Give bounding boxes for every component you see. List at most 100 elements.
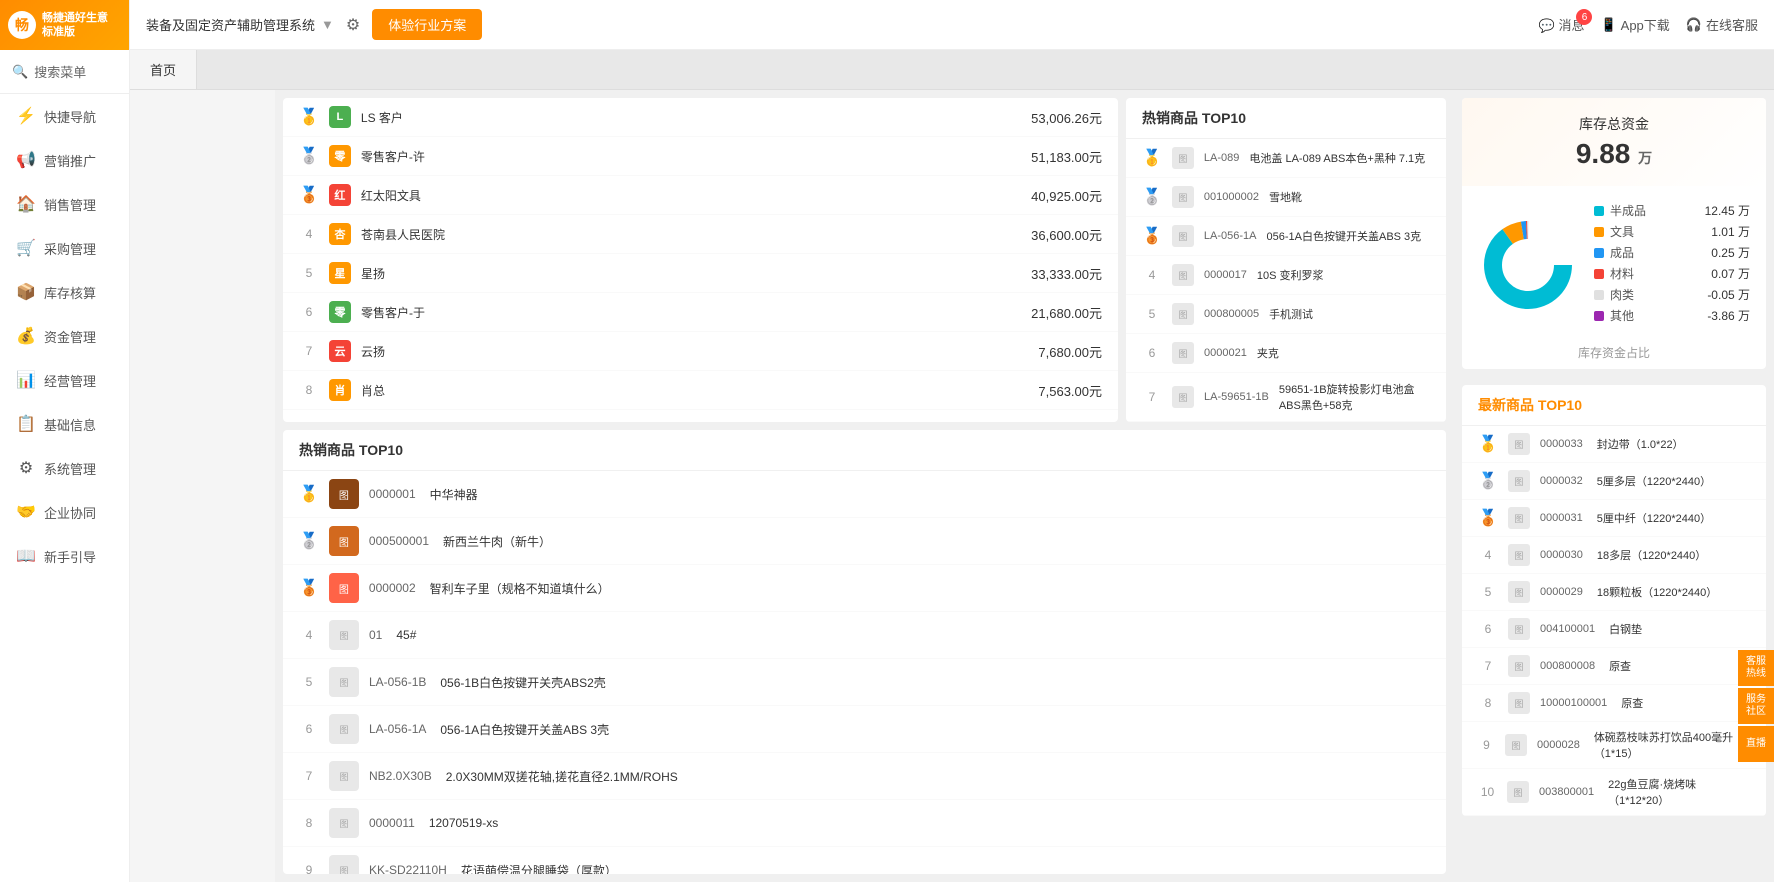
tab-home[interactable]: 首页 <box>130 50 197 89</box>
sidebar-item-system[interactable]: ⚙ 系统管理 <box>0 446 129 490</box>
sidebar-item-inventory[interactable]: 📦 库存核算 <box>0 270 129 314</box>
product-thumb: 图 <box>1172 386 1194 408</box>
customer-rank-row[interactable]: 🥈 零 零售客户-许 51,183.00元 <box>283 137 1118 176</box>
legend-name: 成品 <box>1610 244 1705 261</box>
product-thumb: 图 <box>1172 147 1194 169</box>
customer-rank-row[interactable]: 5 星 星扬 33,333.00元 <box>283 254 1118 293</box>
sidebar-item-marketing[interactable]: 📢 营销推广 <box>0 138 129 182</box>
product-name: 056-1A白色按键开关盖ABS 3克 <box>1267 228 1430 244</box>
sidebar-item-finance[interactable]: 💰 资金管理 <box>0 314 129 358</box>
message-button[interactable]: 💬 消息 6 <box>1539 15 1585 34</box>
sidebar-item-guide[interactable]: 📖 新手引导 <box>0 534 129 578</box>
sidebar-item-enterprise[interactable]: 🤝 企业协同 <box>0 490 129 534</box>
customer-rank-row[interactable]: 8 肖 肖总 7,563.00元 <box>283 371 1118 410</box>
new-product-row[interactable]: 8 图 10000100001 原查 <box>1462 685 1766 722</box>
rank-number: 10 <box>1478 785 1497 799</box>
customer-rank-row[interactable]: 7 云 云扬 7,680.00元 <box>283 332 1118 371</box>
hot-product-main-row[interactable]: 5 图 LA-056-1B 056-1B白色按键开关壳ABS2壳 <box>283 659 1446 706</box>
customer-rank-row[interactable]: 6 零 零售客户-于 21,680.00元 <box>283 293 1118 332</box>
product-code: 0000028 <box>1537 739 1580 751</box>
float-btn-community[interactable]: 服务社区 <box>1738 688 1774 724</box>
product-name: 22g鱼豆腐·烧烤味（1*12*20） <box>1608 776 1750 808</box>
customer-rows: 🥇 L LS 客户 53,006.26元 🥈 零 零售客户-许 51,183.0… <box>283 98 1118 410</box>
new-product-row[interactable]: 🥉 图 0000031 5厘中纤（1220*2440） <box>1462 500 1766 537</box>
stock-title: 库存总资金 <box>1478 114 1750 134</box>
system-selector[interactable]: 装备及固定资产辅助管理系统 ▼ <box>146 15 334 34</box>
new-products-header: 最新商品 TOP10 <box>1462 385 1766 426</box>
hot-product-main-row[interactable]: 4 图 01 45# <box>283 612 1446 659</box>
customer-rank-row[interactable]: 🥉 红 红太阳文具 40,925.00元 <box>283 176 1118 215</box>
hot-products-right-header: 热销商品 TOP10 <box>1126 98 1446 139</box>
new-product-row[interactable]: 9 图 0000028 体碗荔枝味苏打饮品400毫升（1*15） <box>1462 722 1766 769</box>
rank-number: 5 <box>299 266 319 280</box>
new-product-row[interactable]: 6 图 004100001 白钢垫 <box>1462 611 1766 648</box>
product-thumb: 图 <box>1508 581 1530 603</box>
medal-icon: 🥉 <box>1478 508 1498 528</box>
sidebar-item-purchase[interactable]: 🛒 采购管理 <box>0 226 129 270</box>
hot-product-right-row[interactable]: 🥉 图 LA-056-1A 056-1A白色按键开关盖ABS 3克 <box>1126 217 1446 256</box>
hot-product-right-row[interactable]: 4 图 0000017 10S 变利罗浆 <box>1126 256 1446 295</box>
sidebar-item-sales[interactable]: 🏠 销售管理 <box>0 182 129 226</box>
new-product-row[interactable]: 7 图 000800008 原查 <box>1462 648 1766 685</box>
float-btn-service[interactable]: 客服热线 <box>1738 650 1774 686</box>
new-product-row[interactable]: 5 图 0000029 18颗粒板（1220*2440） <box>1462 574 1766 611</box>
search-icon: 🔍 <box>12 64 28 80</box>
hot-product-right-row[interactable]: 6 图 0000021 夹克 <box>1126 334 1446 373</box>
hot-product-right-row[interactable]: 🥈 图 001000002 雪地靴 <box>1126 178 1446 217</box>
product-code: LA-056-1B <box>369 675 426 689</box>
hot-product-main-row[interactable]: 🥉 图 0000002 智利车子里（规格不知道填什么） <box>283 565 1446 612</box>
product-name: 056-1B白色按键开关壳ABS2壳 <box>440 674 605 691</box>
app-name: 畅捷通好生意 <box>42 11 108 25</box>
purchase-icon: 🛒 <box>16 238 36 258</box>
hot-product-main-row[interactable]: 7 图 NB2.0X30B 2.0X30MM双搓花轴,搓花直径2.1MM/ROH… <box>283 753 1446 800</box>
product-thumb: 图 <box>1508 655 1530 677</box>
product-thumb: 图 <box>1172 303 1194 325</box>
new-product-row[interactable]: 🥇 图 0000033 封边带（1.0*22） <box>1462 426 1766 463</box>
app-download-link[interactable]: 📱 App下载 <box>1600 15 1669 34</box>
legend-name: 肉类 <box>1610 286 1701 303</box>
customer-avatar: 零 <box>329 301 351 323</box>
new-product-row[interactable]: 10 图 003800001 22g鱼豆腐·烧烤味（1*12*20） <box>1462 769 1766 816</box>
customer-rank-row[interactable]: 🥇 L LS 客户 53,006.26元 <box>283 98 1118 137</box>
customer-name: 云扬 <box>361 343 1028 360</box>
stock-amount: 9.88 万 <box>1478 138 1750 170</box>
try-plan-button[interactable]: 体验行业方案 <box>372 9 482 40</box>
sidebar-item-operations[interactable]: 📊 经营管理 <box>0 358 129 402</box>
product-code: 01 <box>369 628 382 642</box>
sidebar-item-basic-info[interactable]: 📋 基础信息 <box>0 402 129 446</box>
customer-name: 零售客户-许 <box>361 148 1021 165</box>
settings-button[interactable]: ⚙ <box>346 15 360 35</box>
hot-product-main-row[interactable]: 🥈 图 000500001 新西兰牛肉（新牛） <box>283 518 1446 565</box>
sidebar-item-quick-nav[interactable]: ⚡ 快捷导航 <box>0 94 129 138</box>
customer-rank-row[interactable]: 4 杏 苍南县人民医院 36,600.00元 <box>283 215 1118 254</box>
hot-product-right-row[interactable]: 7 图 LA-59651-1B 59651-1B旋转投影灯电池盒ABS黑色+58… <box>1126 373 1446 422</box>
legend-item: 材料 0.07 万 <box>1594 265 1750 282</box>
system-name: 装备及固定资产辅助管理系统 <box>146 15 315 34</box>
online-service-link[interactable]: 🎧 在线客服 <box>1686 15 1758 34</box>
customer-amount: 51,183.00元 <box>1031 147 1102 166</box>
new-product-row[interactable]: 🥈 图 0000032 5厘多层（1220*2440） <box>1462 463 1766 500</box>
product-code: 004100001 <box>1540 623 1595 635</box>
legend-dot <box>1594 248 1604 258</box>
product-code: 0000031 <box>1540 512 1583 524</box>
product-code: 003800001 <box>1539 786 1594 798</box>
content-area: 🥇 L LS 客户 53,006.26元 🥈 零 零售客户-许 51,183.0… <box>130 90 1774 882</box>
hot-product-right-row[interactable]: 🥇 图 LA-089 电池盖 LA-089 ABS本色+黑种 7.1克 <box>1126 139 1446 178</box>
product-code: LA-59651-1B <box>1204 391 1269 403</box>
hot-product-main-row[interactable]: 6 图 LA-056-1A 056-1A白色按键开关盖ABS 3壳 <box>283 706 1446 753</box>
hot-products-main-rows: 🥇 图 0000001 中华神器 🥈 图 000500001 新西兰牛肉（新牛）… <box>283 471 1446 874</box>
hot-product-main-row[interactable]: 8 图 0000011 12070519-xs <box>283 800 1446 847</box>
new-product-row[interactable]: 4 图 0000030 18多层（1220*2440） <box>1462 537 1766 574</box>
customer-amount: 40,925.00元 <box>1031 186 1102 205</box>
product-thumb: 图 <box>329 526 359 556</box>
hot-product-main-row[interactable]: 🥇 图 0000001 中华神器 <box>283 471 1446 518</box>
sidebar: 畅 畅捷通好生意 标准版 🔍 搜索菜单 ⚡ 快捷导航 📢 营销推广 🏠 销售管理… <box>0 0 130 882</box>
hot-product-main-row[interactable]: 9 图 KK-SD22110H 花语萌偿温分腿睡袋（厚款） <box>283 847 1446 874</box>
hot-product-right-row[interactable]: 5 图 000800005 手机测试 <box>1126 295 1446 334</box>
float-btn-live[interactable]: 直播 <box>1738 726 1774 762</box>
center-panels: 🥇 L LS 客户 53,006.26元 🥈 零 零售客户-许 51,183.0… <box>275 90 1454 882</box>
search-menu-btn[interactable]: 🔍 搜索菜单 <box>8 58 121 85</box>
right-side-panel: 库存总资金 9.88 万 <box>1454 90 1774 882</box>
rank-number: 6 <box>1142 346 1162 360</box>
donut-chart <box>1478 215 1578 315</box>
